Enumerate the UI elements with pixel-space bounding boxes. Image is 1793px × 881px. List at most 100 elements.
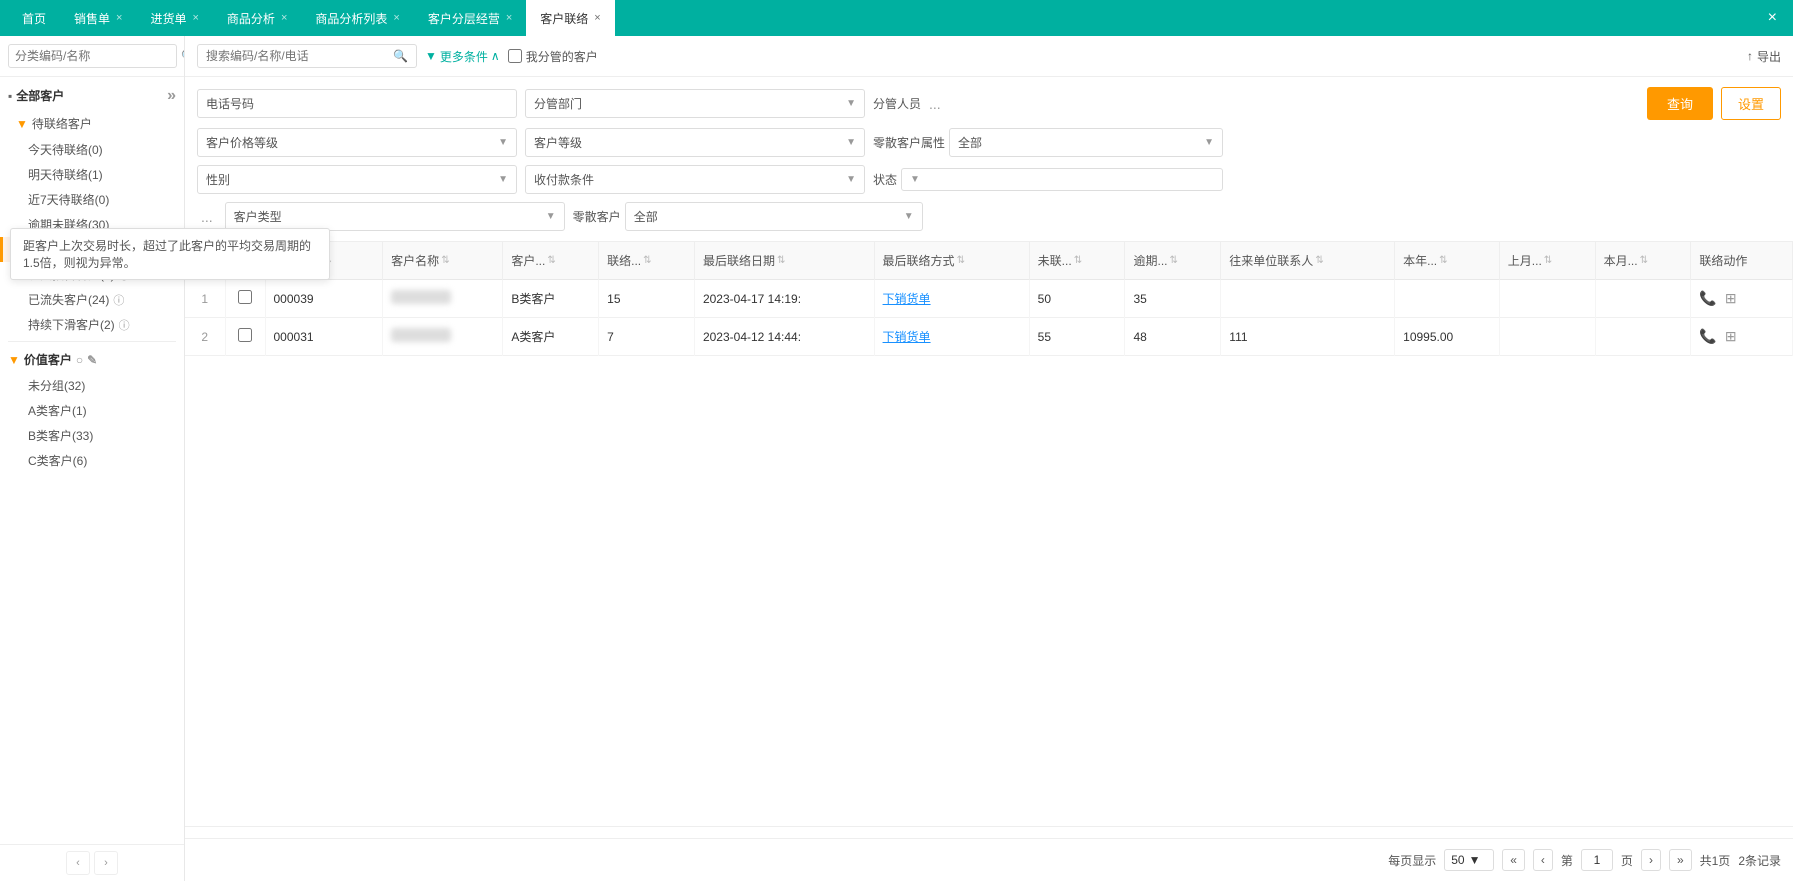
payment-terms-field[interactable]: 收付款条件 ▼	[525, 165, 865, 194]
overdue-column-header[interactable]: 逾期... ⇅	[1125, 242, 1221, 280]
tree-today-pending[interactable]: 今天待联络(0)	[0, 137, 184, 162]
nav-product-analysis[interactable]: 商品分析 ×	[213, 0, 301, 36]
this-year-column-header[interactable]: 本年... ⇅	[1395, 242, 1500, 280]
row2-checkbox-input[interactable]	[238, 328, 252, 342]
tree-c-class[interactable]: C类客户(6)	[0, 448, 184, 473]
query-button[interactable]: 查询	[1647, 87, 1713, 120]
nav-sales[interactable]: 销售单 ×	[60, 0, 136, 36]
value-edit-icon[interactable]: ○	[76, 353, 83, 367]
page-number-input[interactable]	[1581, 849, 1613, 871]
retail-customer-dropdown-icon: ▼	[904, 211, 914, 222]
row1-checkbox[interactable]	[225, 280, 265, 318]
tree-ungroup[interactable]: 未分组(32)	[0, 373, 184, 398]
price-level-field[interactable]: 客户价格等级 ▼	[197, 128, 517, 157]
per-page-select[interactable]: 50 ▼	[1444, 849, 1494, 871]
retail-customer-field-container: 零散客户 全部 ▼	[573, 202, 923, 231]
type-column-header[interactable]: 客户... ⇅	[503, 242, 599, 280]
nav-customer-tier[interactable]: 客户分层经营 ×	[414, 0, 526, 36]
customer-level-field[interactable]: 客户等级 ▼	[525, 128, 865, 157]
filter-search-icon[interactable]: 🔍	[393, 49, 408, 63]
status-select[interactable]: ▼	[901, 168, 1223, 191]
sidebar: 🔍 ▪ 全部客户 » ▼ 待联络客户 今天待联络(0) 明天待联络(1) 近7天…	[0, 36, 185, 881]
row1-more-icon[interactable]: ⊞	[1725, 290, 1737, 307]
retail-attr-select[interactable]: 全部 ▼	[949, 128, 1223, 157]
not-contacted-column-header[interactable]: 未联... ⇅	[1029, 242, 1125, 280]
gender-field[interactable]: 性别 ▼	[197, 165, 517, 194]
sidebar-prev-btn[interactable]: ‹	[66, 851, 90, 875]
setting-button[interactable]: 设置	[1721, 87, 1781, 120]
more-filter-dots-button[interactable]: ...	[197, 209, 217, 225]
nav-product-list[interactable]: 商品分析列表 ×	[301, 0, 413, 36]
row1-last-contact-method[interactable]: 下销货单	[874, 280, 1029, 318]
close-customer-tier-tab[interactable]: ×	[506, 12, 512, 24]
last-contact-date-column-header[interactable]: 最后联络日期 ⇅	[694, 242, 874, 280]
row1-checkbox-input[interactable]	[238, 290, 252, 304]
name-column-header[interactable]: 客户名称 ⇅	[383, 242, 503, 280]
value-settings-icon[interactable]: ✎	[87, 353, 97, 367]
tree-a-class[interactable]: A类客户(1)	[0, 398, 184, 423]
customer-type-field[interactable]: 客户类型 ▼	[225, 202, 565, 231]
tree-b-class[interactable]: B类客户(33)	[0, 423, 184, 448]
contact-count-col-label: 联络...	[607, 252, 641, 269]
payment-terms-dropdown-icon: ▼	[846, 174, 856, 185]
row2-last-contact-method[interactable]: 下销货单	[874, 318, 1029, 356]
last-contact-method-column-header[interactable]: 最后联络方式 ⇅	[874, 242, 1029, 280]
manager-dots-button[interactable]: ...	[925, 96, 945, 112]
first-page-button[interactable]: «	[1502, 849, 1525, 871]
tree-value-section[interactable]: ▼ 价值客户 ○ ✎	[0, 346, 184, 373]
row1-phone-icon[interactable]: 📞	[1699, 290, 1716, 307]
price-level-dropdown-icon: ▼	[498, 137, 508, 148]
horizontal-scrollbar[interactable]	[185, 826, 1793, 838]
close-product-analysis-tab[interactable]: ×	[281, 12, 287, 24]
close-customer-contact-tab[interactable]: ×	[594, 12, 600, 24]
department-field[interactable]: 分管部门 ▼	[525, 89, 865, 118]
sidebar-search-input[interactable]	[8, 44, 177, 68]
next-page-button[interactable]: ›	[1641, 849, 1661, 871]
sidebar-fold-button[interactable]: »	[167, 88, 176, 104]
sidebar-next-btn[interactable]: ›	[94, 851, 118, 875]
churned-icon: ⓘ	[113, 292, 124, 308]
tree-declining[interactable]: 持续下滑客户(2) ⓘ	[0, 312, 184, 337]
contact-person-column-header[interactable]: 往来单位联系人 ⇅	[1221, 242, 1395, 280]
manager-field-container: 分管人员 ...	[873, 95, 1273, 112]
contact-count-column-header[interactable]: 联络... ⇅	[599, 242, 695, 280]
row2-phone-icon[interactable]: 📞	[1699, 328, 1716, 345]
last-month-column-header[interactable]: 上月... ⇅	[1499, 242, 1595, 280]
value-arrow-icon: ▼	[8, 353, 20, 367]
row1-last-contact-link[interactable]: 下销货单	[883, 292, 931, 306]
prev-page-button[interactable]: ‹	[1533, 849, 1553, 871]
sidebar-search-container: 🔍	[0, 36, 184, 77]
this-year-col-label: 本年...	[1403, 252, 1437, 269]
phone-field[interactable]: 电话号码	[197, 89, 517, 118]
contact-person-sort-icon: ⇅	[1315, 255, 1323, 266]
export-button[interactable]: ↑ 导出	[1747, 48, 1781, 65]
row2-checkbox[interactable]	[225, 318, 265, 356]
tree-churned[interactable]: 已流失客户(24) ⓘ	[0, 287, 184, 312]
close-sales-tab[interactable]: ×	[116, 12, 122, 24]
row2-last-contact-link[interactable]: 下销货单	[883, 330, 931, 344]
close-purchase-tab[interactable]: ×	[192, 12, 198, 24]
tree-week-pending[interactable]: 近7天待联络(0)	[0, 187, 184, 212]
tree-all-customers[interactable]: ▪ 全部客户 »	[0, 81, 184, 110]
tree-pending-section[interactable]: ▼ 待联络客户	[0, 110, 184, 137]
last-method-col-label: 最后联络方式	[883, 252, 955, 269]
last-page-button[interactable]: »	[1669, 849, 1692, 871]
more-conditions-button[interactable]: ▼ 更多条件 ∧	[425, 48, 500, 65]
retail-customer-select[interactable]: 全部 ▼	[625, 202, 923, 231]
filter-search-box[interactable]: 🔍	[197, 44, 417, 68]
my-customers-filter[interactable]: 我分管的客户	[508, 48, 598, 65]
row2-more-icon[interactable]: ⊞	[1725, 328, 1737, 345]
this-month-column-header[interactable]: 本月... ⇅	[1595, 242, 1691, 280]
window-close-button[interactable]: ×	[1760, 5, 1785, 31]
row2-overdue: 48	[1125, 318, 1221, 356]
nav-purchase[interactable]: 进货单 ×	[136, 0, 212, 36]
close-product-list-tab[interactable]: ×	[393, 12, 399, 24]
nav-customer-contact[interactable]: 客户联络 ×	[526, 0, 614, 36]
last-month-col-label: 上月...	[1508, 252, 1542, 269]
tree-tomorrow-pending[interactable]: 明天待联络(1)	[0, 162, 184, 187]
my-customers-checkbox[interactable]	[508, 49, 522, 63]
nav-home[interactable]: 首页	[8, 0, 60, 36]
filter-search-input[interactable]	[206, 49, 393, 63]
table-scroll-container[interactable]: ⚙ 客户编码 ⇅	[185, 242, 1793, 826]
row1-index: 1	[185, 280, 225, 318]
